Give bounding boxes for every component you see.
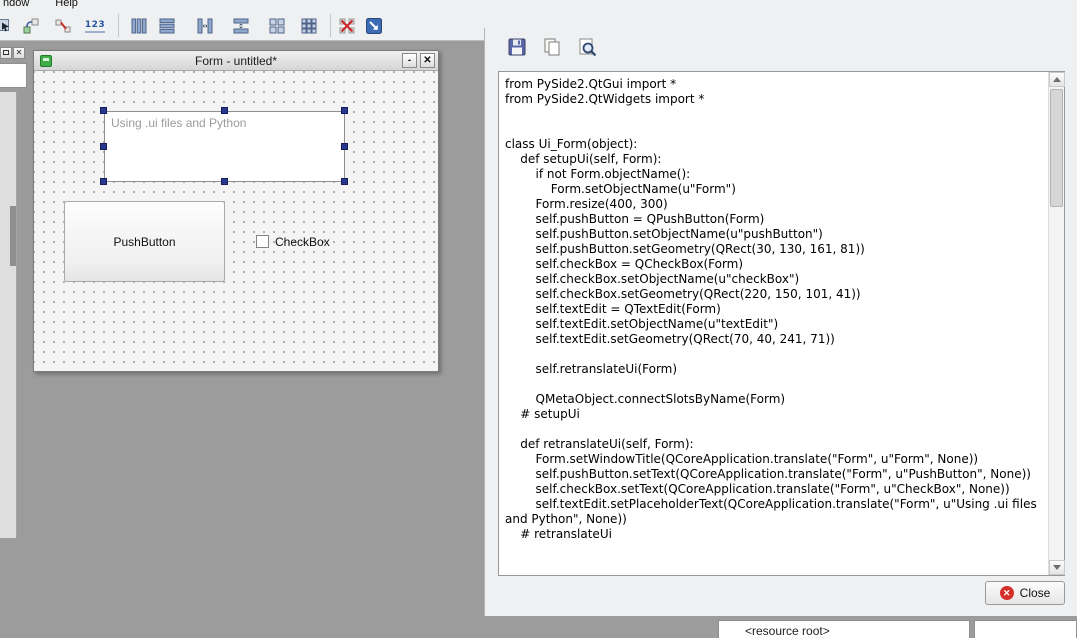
selection-handle-bottom-left[interactable] — [100, 178, 107, 185]
selection-handle-bottom-mid[interactable] — [221, 178, 228, 185]
layout-horizontal-splitter-button[interactable] — [192, 13, 218, 39]
form-window-title: Form - untitled* — [34, 54, 438, 68]
form-minimize-button[interactable]: - — [402, 53, 417, 68]
pushbutton-widget[interactable]: PushButton — [64, 201, 225, 282]
selection-handle-bottom-right[interactable] — [341, 178, 348, 185]
checkbox-widget[interactable]: CheckBox — [254, 221, 355, 262]
widgetbox-scrollbar[interactable] — [10, 206, 16, 266]
restore-icon — [3, 50, 9, 55]
checkbox-label: CheckBox — [275, 235, 330, 249]
toolbar-separator — [118, 14, 119, 37]
code-vertical-scrollbar[interactable] — [1048, 72, 1064, 575]
textedit-widget[interactable]: Using .ui files and Python — [104, 111, 345, 182]
layout-horizontal-button[interactable] — [126, 13, 152, 39]
selection-handle-mid-right[interactable] — [341, 143, 348, 150]
close-circle-icon: ✕ — [1000, 586, 1014, 600]
edit-tab-order-button[interactable]: 123 — [82, 13, 108, 39]
edit-buddies-icon — [53, 16, 73, 36]
resource-browser-tree: <resource root> — [718, 620, 970, 638]
scroll-down-button[interactable] — [1049, 560, 1065, 575]
form-editor-window: Form - untitled* - ✕ Using .ui files and… — [33, 50, 439, 372]
menubar: ndow Help — [3, 0, 78, 9]
edit-signals-slots-icon — [21, 16, 41, 36]
toolbar-separator — [330, 14, 331, 37]
find-button[interactable] — [575, 35, 599, 59]
close-button[interactable]: ✕ Close — [985, 581, 1065, 605]
edit-widgets-button[interactable] — [0, 13, 17, 39]
form-close-button[interactable]: ✕ — [420, 53, 435, 68]
layout-grid-button[interactable] — [296, 13, 322, 39]
save-icon — [506, 36, 528, 58]
close-button-label: Close — [1020, 586, 1051, 600]
down-arrow-icon — [1053, 565, 1061, 570]
scroll-up-button[interactable] — [1049, 72, 1065, 87]
layout-horizontal-icon — [129, 16, 149, 36]
up-arrow-icon — [1053, 77, 1061, 82]
layout-vertical-splitter-button[interactable] — [228, 13, 254, 39]
form-canvas[interactable]: Using .ui files and Python PushButton Ch… — [34, 71, 438, 371]
layout-horizontal-splitter-icon — [195, 16, 215, 36]
menu-help[interactable]: Help — [55, 0, 78, 9]
layout-vertical-splitter-icon — [231, 16, 251, 36]
save-button[interactable] — [505, 35, 529, 59]
scrollbar-thumb[interactable] — [1050, 89, 1063, 207]
edit-widgets-icon — [0, 16, 14, 36]
form-window-titlebar[interactable]: Form - untitled* - ✕ — [34, 51, 438, 71]
resource-browser-list — [974, 620, 1077, 638]
code-view[interactable]: from PySide2.QtGui import * from PySide2… — [498, 71, 1065, 576]
subwindow-close-button[interactable]: ✕ — [13, 47, 25, 59]
adjust-size-icon — [364, 16, 384, 36]
break-layout-icon — [337, 16, 357, 36]
break-layout-button[interactable] — [334, 13, 360, 39]
edit-tab-order-icon: 123 — [85, 20, 105, 33]
subwindow-restore-button[interactable] — [0, 47, 12, 59]
layout-grid-icon — [299, 16, 319, 36]
copy-icon — [541, 36, 563, 58]
layout-form-icon — [267, 16, 287, 36]
selection-handle-mid-left[interactable] — [100, 143, 107, 150]
selection-handle-top-left[interactable] — [100, 107, 107, 114]
close-icon: ✕ — [16, 48, 23, 57]
layout-vertical-button[interactable] — [154, 13, 180, 39]
edit-signals-slots-button[interactable] — [18, 13, 44, 39]
resource-root-item[interactable]: <resource root> — [719, 621, 969, 638]
adjust-size-button[interactable] — [361, 13, 387, 39]
menu-window[interactable]: ndow — [3, 0, 29, 9]
qt-designer-screen: ndow Help 123 — [0, 0, 1077, 638]
generated-python-code[interactable]: from PySide2.QtGui import * from PySide2… — [505, 77, 1042, 570]
layout-vertical-icon — [157, 16, 177, 36]
edit-buddies-button[interactable] — [50, 13, 76, 39]
code-dialog-toolbar — [505, 35, 599, 59]
layout-form-button[interactable] — [264, 13, 290, 39]
code-preview-dialog: from PySide2.QtGui import * from PySide2… — [484, 28, 1077, 616]
selection-handle-top-right[interactable] — [341, 107, 348, 114]
copy-button[interactable] — [540, 35, 564, 59]
find-icon — [576, 36, 598, 58]
checkbox-box-icon — [256, 235, 269, 248]
widgetbox-filter-field[interactable] — [0, 63, 27, 88]
widgetbox-panel-edge — [0, 92, 17, 538]
selection-handle-top-mid[interactable] — [221, 107, 228, 114]
